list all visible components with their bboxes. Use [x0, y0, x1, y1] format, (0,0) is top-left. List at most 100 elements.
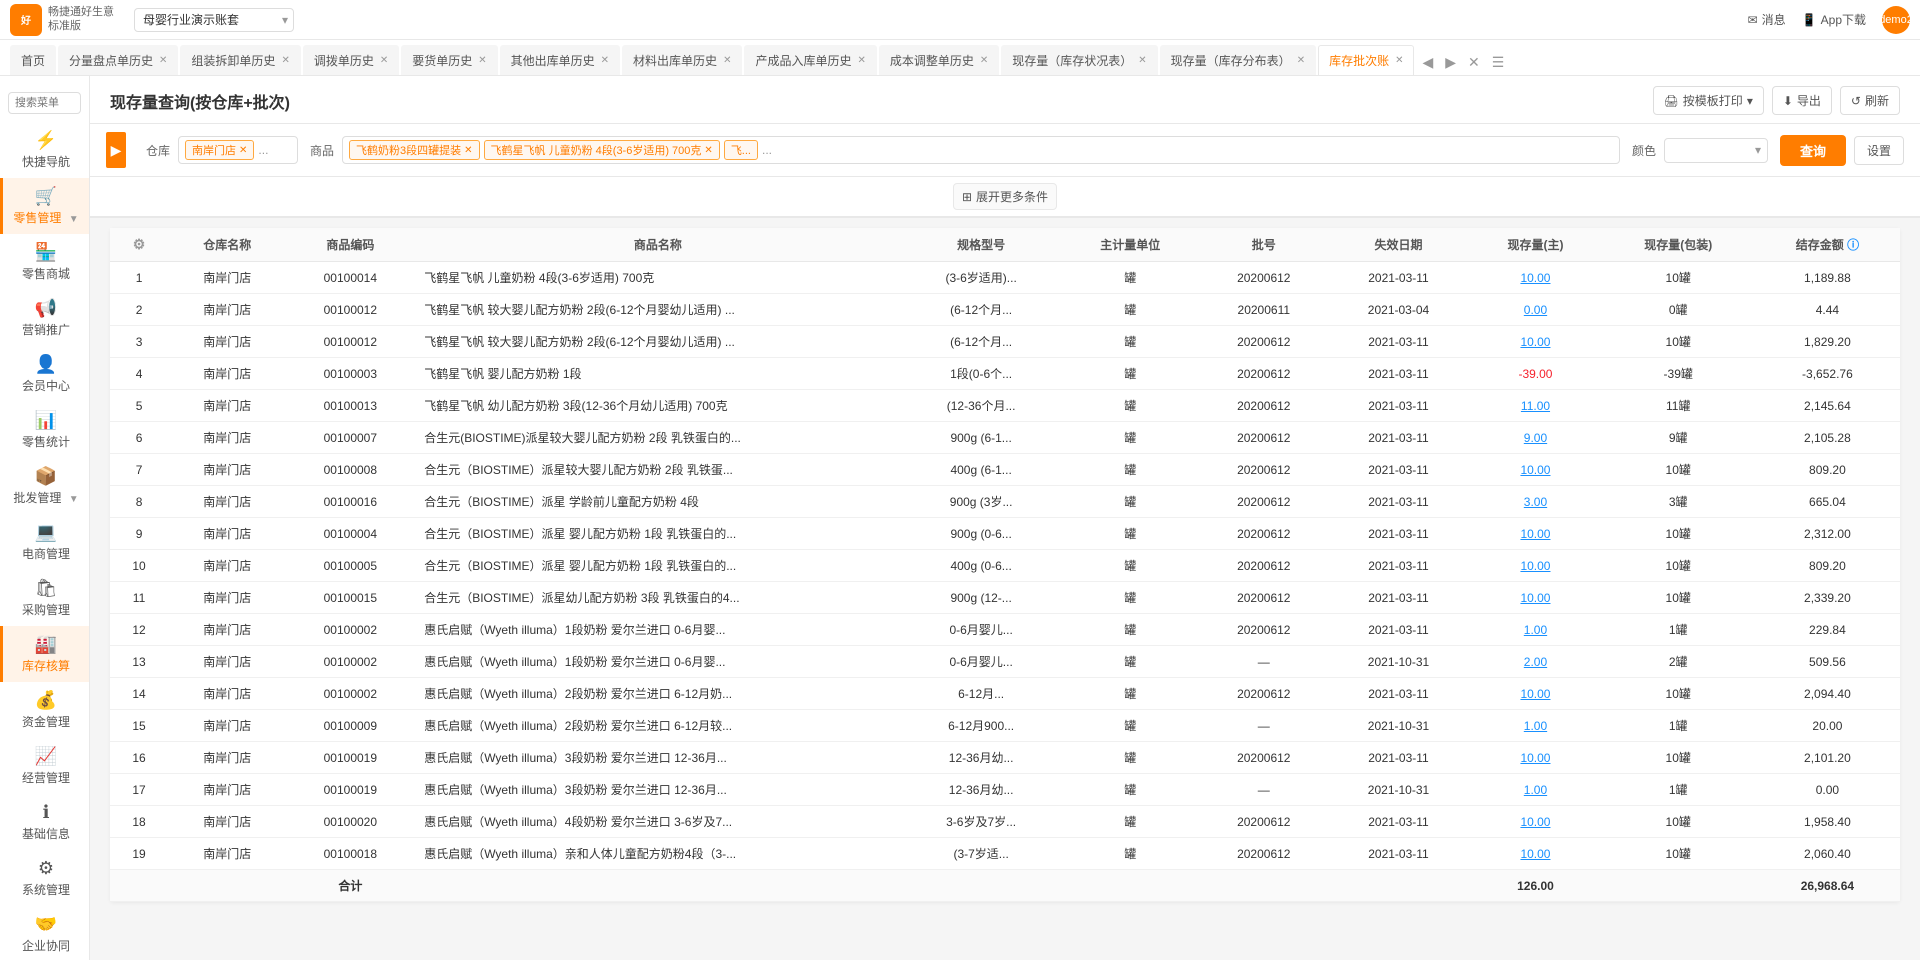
sidebar-item-finance[interactable]: 💰 资金管理 [0, 682, 89, 738]
product-tag-1-close[interactable]: ✕ [464, 145, 472, 156]
cell-code: 00100008 [286, 454, 414, 486]
cell-name: 飞鹤星飞帆 较大婴儿配方奶粉 2段(6-12个月婴幼儿适用) ... [414, 294, 901, 326]
tab-product-in-close[interactable]: ✕ [857, 55, 865, 66]
sidebar-item-ecommerce[interactable]: 💻 电商管理 [0, 514, 89, 570]
tab-split[interactable]: 分量盘点单历史 ✕ [58, 45, 178, 75]
template-print-btn[interactable]: 🖨 按模板打印 ▾ [1653, 86, 1764, 115]
tab-batch-ledger[interactable]: 库存批次账 ✕ [1318, 45, 1414, 75]
tab-tune[interactable]: 调拨单历史 ✕ [303, 45, 399, 75]
tab-other-out-close[interactable]: ✕ [601, 55, 609, 66]
warehouse-tag-close[interactable]: ✕ [239, 145, 247, 156]
cell-expire: 2021-03-11 [1328, 326, 1470, 358]
sidebar-search-input[interactable] [8, 92, 81, 114]
cell-batch: 20200612 [1200, 326, 1328, 358]
sidebar-item-enterprise[interactable]: 🤝 企业协同 [0, 906, 89, 960]
tab-require[interactable]: 要货单历史 ✕ [401, 45, 497, 75]
tab-material-out-close[interactable]: ✕ [723, 55, 731, 66]
expand-filter-arrow[interactable]: ▶ [106, 132, 126, 168]
user-avatar-area[interactable]: demo2 [1882, 6, 1910, 34]
tab-other-out[interactable]: 其他出库单历史 ✕ [500, 45, 620, 75]
export-btn[interactable]: ⬇ 导出 [1772, 86, 1832, 115]
tab-nav-menu[interactable]: ☰ [1486, 50, 1511, 75]
cell-unit: 罐 [1061, 294, 1200, 326]
sidebar-item-system[interactable]: ⚙ 系统管理 [0, 850, 89, 906]
tab-stock-status[interactable]: 现存量（库存状况表） ✕ [1001, 45, 1157, 75]
sidebar-item-basic[interactable]: ℹ 基础信息 [0, 794, 89, 850]
tab-cost-adjust-close[interactable]: ✕ [980, 55, 988, 66]
ecommerce-icon: 💻 [35, 522, 57, 543]
setting-btn[interactable]: 设置 [1854, 136, 1904, 165]
sidebar-item-retail[interactable]: 🛒 零售管理 ▼ [0, 178, 89, 234]
cell-balance: 1,829.20 [1755, 326, 1900, 358]
tab-tune-close[interactable]: ✕ [380, 55, 388, 66]
sidebar-item-member[interactable]: 👤 会员中心 [0, 346, 89, 402]
cell-spec: 900g (0-6... [902, 518, 1061, 550]
sidebar-item-operation[interactable]: 📈 经营管理 [0, 738, 89, 794]
col-settings[interactable]: ⚙ [110, 228, 168, 262]
cell-spec: 400g (0-6... [902, 550, 1061, 582]
main-content: 现存量查询(按仓库+批次) 🖨 按模板打印 ▾ ⬇ 导出 ↺ 刷新 [90, 76, 1920, 960]
tab-nav-prev[interactable]: ◀ [1416, 50, 1439, 75]
cell-spec: (6-12个月... [902, 326, 1061, 358]
product-tag-2-close[interactable]: ✕ [704, 145, 712, 156]
cell-name: 合生元（BIOSTIME）派星 婴儿配方奶粉 1段 乳铁蛋白的... [414, 518, 901, 550]
tab-material-out[interactable]: 材料出库单历史 ✕ [622, 45, 742, 75]
tab-disassemble[interactable]: 组装拆卸单历史 ✕ [180, 45, 300, 75]
tab-stock-dist[interactable]: 现存量（库存分布表） ✕ [1160, 45, 1316, 75]
tab-require-close[interactable]: ✕ [478, 55, 486, 66]
expand-more-btn[interactable]: ⊞ 展开更多条件 [953, 183, 1057, 210]
tab-nav-next[interactable]: ▶ [1439, 50, 1462, 75]
color-select-wrap[interactable] [1664, 138, 1768, 163]
tab-cost-adjust[interactable]: 成本调整单历史 ✕ [879, 45, 999, 75]
product-tag-wrap[interactable]: 飞鹤奶粉3段四罐提装 ✕ 飞鹤星飞帆 儿童奶粉 4段(3-6岁适用) 700克 … [342, 136, 1620, 164]
cell-unit: 罐 [1061, 262, 1200, 294]
sidebar-item-retail-stats[interactable]: 📊 零售统计 [0, 402, 89, 458]
sidebar-item-purchase[interactable]: 🛍 采购管理 [0, 570, 89, 626]
table-row: 6 南岸门店 00100007 合生元(BIOSTIME)派星较大婴儿配方奶粉 … [110, 422, 1900, 454]
product-more[interactable]: ... [762, 143, 772, 157]
app-download-btn[interactable]: 📱 App下载 [1802, 11, 1866, 28]
cell-stock-main: 3.00 [1469, 486, 1601, 518]
tab-split-close[interactable]: ✕ [159, 55, 167, 66]
refresh-btn[interactable]: ↺ 刷新 [1840, 86, 1900, 115]
warehouse-more[interactable]: ... [258, 143, 268, 157]
cell-warehouse: 南岸门店 [168, 806, 286, 838]
tab-product-in[interactable]: 产成品入库单历史 ✕ [744, 45, 876, 75]
company-select[interactable]: 母婴行业演示账套 [134, 8, 294, 32]
cell-batch: — [1200, 710, 1328, 742]
sidebar-item-retail-shop[interactable]: 🏪 零售商城 [0, 234, 89, 290]
cell-batch: 20200612 [1200, 742, 1328, 774]
sidebar-item-quick-nav[interactable]: ⚡ 快捷导航 [0, 122, 89, 178]
tab-disassemble-close[interactable]: ✕ [281, 55, 289, 66]
sidebar-item-marketing[interactable]: 📢 营销推广 [0, 290, 89, 346]
tab-stock-dist-close[interactable]: ✕ [1297, 55, 1305, 66]
cell-balance: 2,145.64 [1755, 390, 1900, 422]
company-select-wrap[interactable]: 母婴行业演示账套 [134, 8, 294, 32]
query-btn[interactable]: 查询 [1780, 135, 1846, 166]
cell-stock-main: 10.00 [1469, 454, 1601, 486]
cell-idx: 19 [110, 838, 168, 870]
cell-idx: 10 [110, 550, 168, 582]
cell-balance: 229.84 [1755, 614, 1900, 646]
sidebar-item-wholesale[interactable]: 📦 批发管理 ▼ [0, 458, 89, 514]
cell-stock-pack: 10罐 [1602, 454, 1755, 486]
tab-stock-status-close[interactable]: ✕ [1138, 55, 1146, 66]
message-btn[interactable]: ✉ 消息 [1748, 11, 1786, 28]
warehouse-tag-wrap[interactable]: 南岸门店 ✕ ... [178, 136, 298, 164]
cell-name: 惠氏启赋（Wyeth illuma）3段奶粉 爱尔兰进口 12-36月... [414, 742, 901, 774]
column-settings-icon[interactable]: ⚙ [133, 236, 146, 252]
tab-home[interactable]: 首页 [10, 45, 56, 75]
cell-stock-pack: 10罐 [1602, 678, 1755, 710]
cell-idx: 8 [110, 486, 168, 518]
cell-batch: 20200612 [1200, 262, 1328, 294]
tab-nav-close[interactable]: ✕ [1462, 50, 1486, 75]
cell-name: 惠氏启赋（Wyeth illuma）2段奶粉 爱尔兰进口 6-12月较... [414, 710, 901, 742]
cell-unit: 罐 [1061, 390, 1200, 422]
cell-code: 00100019 [286, 774, 414, 806]
sidebar-search-wrap[interactable] [0, 84, 89, 122]
sidebar-item-stock[interactable]: 🏭 库存核算 [0, 626, 89, 682]
cell-balance: 2,101.20 [1755, 742, 1900, 774]
tab-batch-ledger-close[interactable]: ✕ [1395, 55, 1403, 66]
cell-stock-main: 0.00 [1469, 294, 1601, 326]
table-row: 11 南岸门店 00100015 合生元（BIOSTIME）派星幼儿配方奶粉 3… [110, 582, 1900, 614]
